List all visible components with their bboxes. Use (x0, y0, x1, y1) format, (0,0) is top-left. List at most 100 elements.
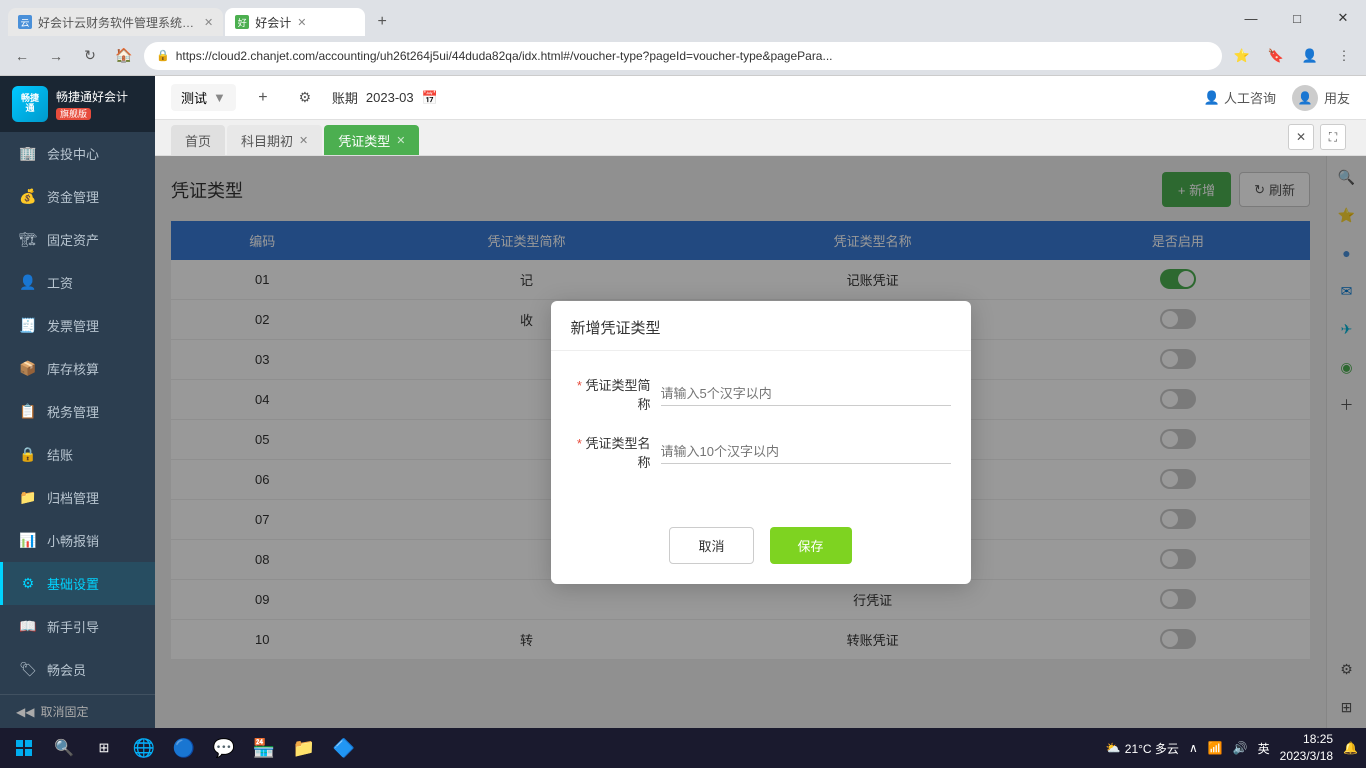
add-voucher-dialog: 新增凭证类型 凭证类型简称 凭证类型名称 取消 (551, 301, 971, 584)
sidebar-label-gongzi: 工资 (47, 273, 73, 292)
browser-ext-btn3[interactable]: 👤 (1296, 42, 1324, 70)
start-button[interactable] (8, 732, 40, 764)
tab-voucher-type[interactable]: 凭证类型 ✕ (324, 125, 419, 155)
tab-home[interactable]: 首页 (171, 125, 225, 155)
tab1-favicon: 云 (18, 15, 32, 29)
user-avatar: 👤 (1292, 85, 1318, 111)
files-taskbar[interactable]: 📁 (288, 732, 320, 764)
add-company-button[interactable]: + (248, 83, 278, 113)
name-input[interactable] (661, 440, 951, 464)
sidebar-logo: 畅捷通 畅捷通好会计 旗舰版 (0, 76, 155, 132)
sidebar-item-xinshouyindao[interactable]: 📖 新手引导 (0, 605, 155, 648)
app-tab-bar: 首页 科目期初 ✕ 凭证类型 ✕ ✕ ⛶ (155, 120, 1366, 156)
shuiwu-icon: 📋 (19, 403, 37, 420)
logo-badge: 旗舰版 (56, 108, 91, 120)
sidebar-item-kucun[interactable]: 📦 库存核算 (0, 347, 155, 390)
huizhong-icon: 🏢 (19, 145, 37, 162)
tab-subject-close[interactable]: ✕ (299, 134, 308, 147)
tab1-label: 好会计云财务软件管理系统_会计 (38, 14, 198, 31)
sidebar-label-zijin: 资金管理 (47, 187, 99, 206)
window-controls: — □ ✕ (1228, 0, 1366, 36)
sidebar-item-jichushezhi[interactable]: ⚙ 基础设置 (0, 562, 155, 605)
sidebar-item-jiezhang[interactable]: 🔒 结账 (0, 433, 155, 476)
sidebar-item-huizhong[interactable]: 🏢 会投中心 (0, 132, 155, 175)
sidebar-item-gudingzichan[interactable]: 🏗 固定资产 (0, 218, 155, 261)
browser-menu-btn[interactable]: ⋮ (1330, 42, 1358, 70)
panel-expand-button[interactable]: ⛶ (1320, 124, 1346, 150)
consultant-button[interactable]: 👤 人工咨询 (1204, 88, 1276, 107)
edge-taskbar[interactable]: 🔷 (328, 732, 360, 764)
sidebar-footer[interactable]: ◀◀ 取消固定 (0, 694, 155, 728)
reload-button[interactable]: ↻ (76, 42, 104, 70)
date-display: 2023/3/18 (1280, 748, 1333, 765)
sidebar-item-fapiao[interactable]: 🧾 发票管理 (0, 304, 155, 347)
browser-ext-btn1[interactable]: ⭐ (1228, 42, 1256, 70)
panel-close-button[interactable]: ✕ (1288, 124, 1314, 150)
taskview-button[interactable]: ⊞ (88, 732, 120, 764)
sidebar-label-xinshouyindao: 新手引导 (47, 617, 99, 636)
calendar-icon[interactable]: 📅 (422, 90, 438, 106)
jichushezhi-icon: ⚙ (19, 575, 37, 592)
cancel-button[interactable]: 取消 (669, 527, 753, 564)
wechat-taskbar[interactable]: 💬 (208, 732, 240, 764)
xinshouyindao-icon: 📖 (19, 618, 37, 635)
changhyuian-icon: 🏷 (19, 661, 37, 678)
gongzi-icon: 👤 (19, 274, 37, 291)
close-button[interactable]: ✕ (1320, 0, 1366, 36)
home-button[interactable]: 🏠 (110, 42, 138, 70)
consultant-label: 人工咨询 (1224, 88, 1276, 107)
sidebar-item-baoxiao[interactable]: 📊 小畅报销 (0, 519, 155, 562)
time-display: 18:25 (1280, 731, 1333, 748)
dialog-overlay: 新增凭证类型 凭证类型简称 凭证类型名称 取消 (155, 156, 1366, 728)
back-button[interactable]: ← (8, 42, 36, 70)
sidebar-item-guidang[interactable]: 📁 归档管理 (0, 476, 155, 519)
sidebar-item-shuiwu[interactable]: 📋 税务管理 (0, 390, 155, 433)
tab2-close[interactable]: ✕ (297, 16, 306, 29)
save-button[interactable]: 保存 (770, 527, 852, 564)
logo-icon: 畅捷通 (12, 86, 48, 122)
browser-tab-1[interactable]: 云 好会计云财务软件管理系统_会计 ✕ (8, 8, 223, 36)
collapse-label: 取消固定 (40, 703, 88, 720)
sidebar-item-gongzi[interactable]: 👤 工资 (0, 261, 155, 304)
tab-voucher-close[interactable]: ✕ (396, 134, 405, 147)
chevron-up-icon[interactable]: ∧ (1189, 741, 1198, 755)
tab-home-label: 首页 (185, 131, 211, 150)
sidebar-item-zijin[interactable]: 💰 资金管理 (0, 175, 155, 218)
sidebar-label-fapiao: 发票管理 (47, 316, 99, 335)
tab-subject[interactable]: 科目期初 ✕ (227, 125, 322, 155)
guidang-icon: 📁 (19, 489, 37, 506)
settings-button[interactable]: ⚙ (290, 83, 320, 113)
tab1-close[interactable]: ✕ (204, 16, 213, 29)
user-name: 用友 (1324, 88, 1350, 107)
period-label: 账期 (332, 88, 358, 107)
company-selector[interactable]: 测试 ▼ (171, 84, 236, 111)
address-input[interactable] (176, 49, 1210, 63)
consultant-icon: 👤 (1204, 90, 1220, 106)
notification-icon[interactable]: 🔔 (1343, 741, 1358, 755)
maximize-button[interactable]: □ (1274, 0, 1320, 36)
sidebar-item-changhyuian[interactable]: 🏷 畅会员 (0, 648, 155, 691)
short-input[interactable] (661, 382, 951, 406)
forward-button[interactable]: → (42, 42, 70, 70)
logo-text-area: 畅捷通好会计 旗舰版 (56, 88, 128, 120)
browser-ext-btn2[interactable]: 🔖 (1262, 42, 1290, 70)
tab2-label: 好会计 (255, 14, 291, 31)
user-menu[interactable]: 👤 用友 (1292, 85, 1350, 111)
short-label: 凭证类型简称 (571, 375, 661, 413)
sidebar-label-jichushezhi: 基础设置 (47, 574, 99, 593)
search-taskbar-button[interactable]: 🔍 (48, 732, 80, 764)
address-input-wrapper: 🔒 (144, 42, 1222, 70)
browser-tab-2[interactable]: 好 好会计 ✕ (225, 8, 365, 36)
store-taskbar[interactable]: 🏪 (248, 732, 280, 764)
new-tab-button[interactable]: + (367, 8, 397, 36)
tab2-favicon: 好 (235, 15, 249, 29)
sidebar-label-baoxiao: 小畅报销 (47, 531, 99, 550)
sidebar: 畅捷通 畅捷通好会计 旗舰版 🏢 会投中心 💰 资金管理 🏗 固定资产 👤 (0, 76, 155, 728)
company-name: 测试 (181, 88, 207, 107)
minimize-button[interactable]: — (1228, 0, 1274, 36)
chrome-taskbar[interactable]: 🔵 (168, 732, 200, 764)
name-label: 凭证类型名称 (571, 433, 661, 471)
ie-taskbar[interactable]: 🌐 (128, 732, 160, 764)
zijin-icon: 💰 (19, 188, 37, 205)
dialog-header: 新增凭证类型 (551, 301, 971, 351)
